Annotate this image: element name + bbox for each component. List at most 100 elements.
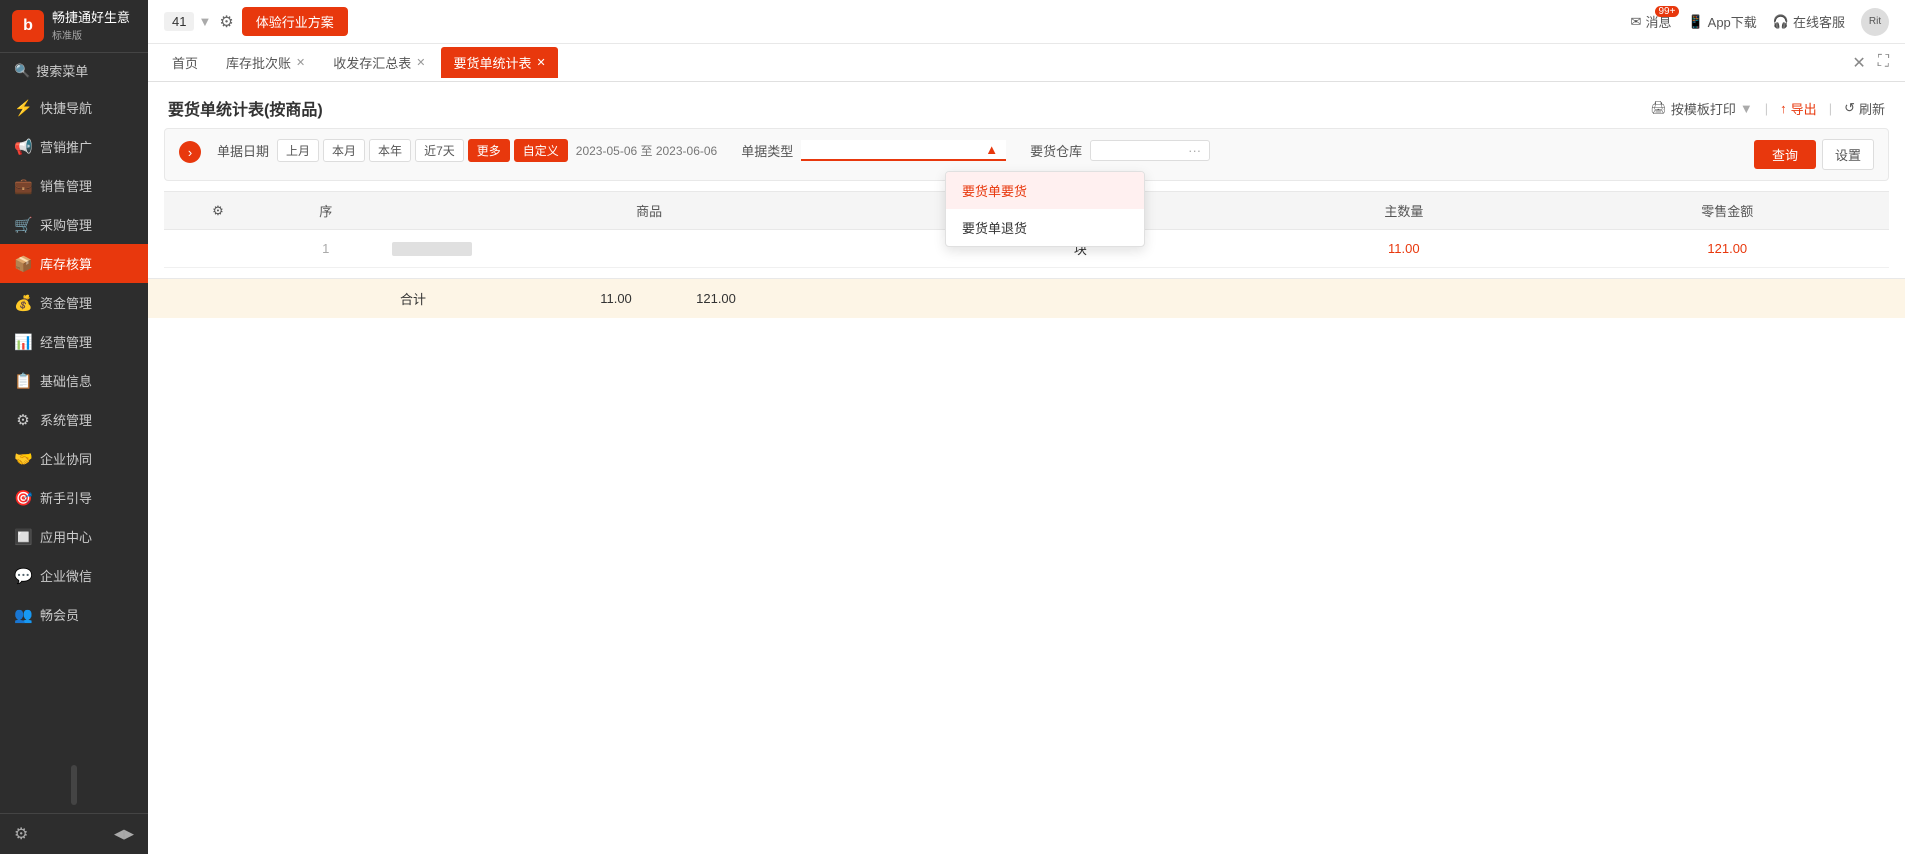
sidebar-bottom: ⚙ ◀▶ [0, 813, 148, 854]
close-order-summary-icon[interactable]: ✕ [537, 56, 546, 69]
type-label: 单据类型 [741, 141, 793, 160]
user-avatar[interactable]: Rit [1861, 8, 1889, 36]
sidebar-item-finance[interactable]: 💰 资金管理 [0, 283, 148, 322]
settings-icon[interactable]: ⚙ [14, 824, 28, 844]
marketing-icon: 📢 [14, 138, 32, 156]
type-select-arrow-icon[interactable]: ▲ [985, 142, 998, 157]
account-chevron-icon: ▼ [198, 14, 211, 29]
print-icon: 🖨 [1650, 100, 1667, 116]
sidebar-nav: ⚡ 快捷导航 📢 营销推广 💼 销售管理 🛒 采购管理 📦 库存核算 💰 资金管… [0, 88, 148, 761]
refresh-btn[interactable]: ↺ 刷新 [1844, 99, 1885, 118]
last-month-btn[interactable]: 上月 [277, 139, 319, 162]
dropdown-item-order-return[interactable]: 要货单退货 [946, 209, 1144, 246]
export-btn[interactable]: ↑ 导出 [1780, 99, 1817, 118]
collapse-icon[interactable]: ◀▶ [114, 826, 134, 842]
messages-btn[interactable]: ✉ 消息 99+ [1631, 12, 1672, 31]
tab-receipt-summary[interactable]: 收发存汇总表 ✕ [321, 47, 437, 78]
search-menu-item[interactable]: 🔍 搜索菜单 [0, 53, 148, 88]
print-dropdown-icon: ▼ [1740, 101, 1753, 116]
sidebar-item-shortcut[interactable]: ⚡ 快捷导航 [0, 88, 148, 127]
custom-date-btn[interactable]: 自定义 [514, 139, 568, 162]
basicinfo-icon: 📋 [14, 372, 32, 390]
sidebar-item-sales[interactable]: 💼 销售管理 [0, 166, 148, 205]
tabs-bar: 首页 库存批次账 ✕ 收发存汇总表 ✕ 要货单统计表 ✕ ✕ ⛶ [148, 44, 1905, 82]
type-input[interactable] [809, 142, 985, 157]
type-select[interactable]: ▲ [801, 140, 1006, 161]
query-btn[interactable]: 查询 [1754, 140, 1816, 169]
app-brand: 畅捷通好生意 标准版 [52, 10, 130, 42]
gear-icon[interactable]: ⚙ [212, 203, 224, 218]
newguide-icon: 🎯 [14, 489, 32, 507]
sidebar-item-basicinfo[interactable]: 📋 基础信息 [0, 361, 148, 400]
col-qty-header: 主数量 [1242, 192, 1565, 230]
footer-label: 合计 [400, 289, 426, 308]
sidebar-item-inventory[interactable]: 📦 库存核算 [0, 244, 148, 283]
close-receipt-summary-icon[interactable]: ✕ [416, 56, 425, 69]
warehouse-more-icon[interactable]: ··· [1188, 143, 1201, 158]
service-icon: 🎧 [1773, 14, 1789, 30]
filter-date-group: 单据日期 上月 本月 本年 近7天 更多 自定义 2023-05-06 至 20… [217, 139, 1738, 162]
row-product-cell [380, 230, 919, 268]
sidebar-item-appcenter[interactable]: 🔲 应用中心 [0, 517, 148, 556]
page-header: 要货单统计表(按商品) 🖨 按模板打印 ▼ | ↑ 导出 | ↺ 刷新 [148, 82, 1905, 128]
chevron-right-icon: › [188, 145, 192, 160]
trial-btn[interactable]: 体验行业方案 [242, 7, 348, 36]
sidebar-item-enterprise[interactable]: 🤝 企业协同 [0, 439, 148, 478]
row-no-cell: 1 [272, 230, 380, 268]
close-tabs-icon[interactable]: ✕ [1848, 53, 1869, 73]
main-area: 41 ▼ ⚙ 体验行业方案 ✉ 消息 99+ 📱 App下载 🎧 在线客服 Ri… [148, 0, 1905, 854]
this-year-btn[interactable]: 本年 [369, 139, 411, 162]
app-download-btn[interactable]: 📱 App下载 [1687, 12, 1756, 31]
account-selector[interactable]: 41 ▼ [164, 12, 211, 31]
sidebar-item-purchase[interactable]: 🛒 采购管理 [0, 205, 148, 244]
search-icon: 🔍 [14, 63, 30, 79]
col-no-header: 序 [272, 192, 380, 230]
type-dropdown: 要货单要货 要货单退货 [945, 171, 1145, 247]
appcenter-icon: 🔲 [14, 528, 32, 546]
col-product-header: 商品 [380, 192, 919, 230]
more-btn[interactable]: 更多 [468, 139, 510, 162]
action-divider: | [1765, 101, 1768, 116]
maximize-icon[interactable]: ⛶ [1874, 53, 1893, 73]
finance-icon: 💰 [14, 294, 32, 312]
last-7days-btn[interactable]: 近7天 [415, 139, 464, 162]
sidebar-item-member[interactable]: 👥 畅会员 [0, 595, 148, 634]
tab-batch-account[interactable]: 库存批次账 ✕ [214, 47, 317, 78]
warehouse-select[interactable]: ··· [1090, 140, 1210, 161]
close-batch-account-icon[interactable]: ✕ [296, 56, 305, 69]
tab-order-summary[interactable]: 要货单统计表 ✕ [441, 47, 557, 78]
app-logo-icon: b [12, 10, 44, 42]
refresh-icon: ↺ [1844, 100, 1855, 116]
footer-qty: 11.00 [576, 291, 656, 306]
dropdown-item-order-goods[interactable]: 要货单要货 [946, 172, 1144, 209]
sidebar-item-system[interactable]: ⚙ 系统管理 [0, 400, 148, 439]
sidebar-item-corpwechat[interactable]: 💬 企业微信 [0, 556, 148, 595]
message-icon: ✉ [1631, 14, 1642, 30]
col-gear-header[interactable]: ⚙ [164, 192, 272, 230]
footer-amount: 121.00 [676, 291, 756, 306]
this-month-btn[interactable]: 本月 [323, 139, 365, 162]
tab-home[interactable]: 首页 [160, 47, 210, 78]
sidebar-item-operations[interactable]: 📊 经营管理 [0, 322, 148, 361]
purchase-icon: 🛒 [14, 216, 32, 234]
col-amount-header: 零售金额 [1566, 192, 1889, 230]
row-qty-cell: 11.00 [1242, 230, 1565, 268]
sidebar-scrollbar[interactable] [71, 765, 77, 805]
shortcut-icon: ⚡ [14, 99, 32, 117]
filter-actions: 查询 设置 [1754, 139, 1874, 170]
setting-btn[interactable]: 设置 [1822, 139, 1874, 170]
sidebar-item-newguide[interactable]: 🎯 新手引导 [0, 478, 148, 517]
sales-icon: 💼 [14, 177, 32, 195]
online-service-btn[interactable]: 🎧 在线客服 [1773, 12, 1845, 31]
sidebar-item-marketing[interactable]: 📢 营销推广 [0, 127, 148, 166]
tabs-actions: ✕ ⛶ [1848, 53, 1893, 73]
topbar-gear-icon[interactable]: ⚙ [219, 12, 233, 32]
inventory-icon: 📦 [14, 255, 32, 273]
warehouse-label: 要货仓库 [1030, 141, 1082, 160]
corpwechat-icon: 💬 [14, 567, 32, 585]
filter-bar: › 单据日期 上月 本月 本年 近7天 更多 自定义 2023-05-06 至 … [164, 128, 1889, 181]
date-range-buttons: 上月 本月 本年 近7天 更多 自定义 [277, 139, 568, 162]
print-template-btn[interactable]: 🖨 按模板打印 ▼ [1650, 99, 1752, 118]
row-gear-cell [164, 230, 272, 268]
filter-expand-btn[interactable]: › [179, 141, 201, 163]
